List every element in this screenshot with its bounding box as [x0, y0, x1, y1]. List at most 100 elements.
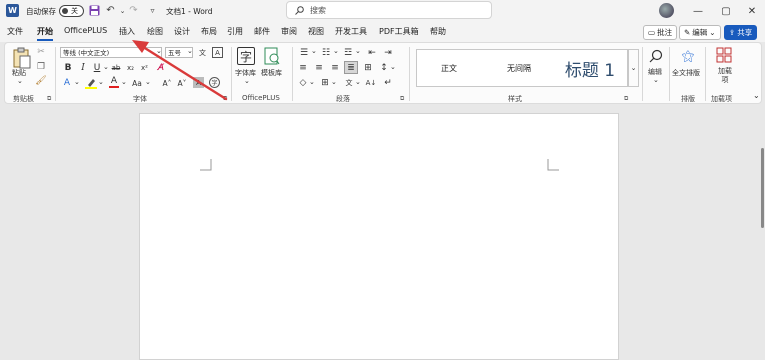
- comments-button[interactable]: ▭ 批注: [643, 25, 678, 40]
- tab-design[interactable]: 设计: [174, 26, 190, 37]
- bold-button[interactable]: B: [63, 62, 73, 73]
- paste-dropdown-icon[interactable]: ⌄: [17, 77, 23, 85]
- clipboard-launcher-icon[interactable]: ⧉: [47, 95, 51, 103]
- change-case-button[interactable]: Aa: [130, 77, 144, 89]
- change-case-chevron-icon[interactable]: ⌄: [145, 78, 151, 86]
- tab-mailings[interactable]: 邮件: [254, 26, 270, 37]
- styles-launcher-icon[interactable]: ⧉: [624, 95, 628, 103]
- multilevel-chevron-icon[interactable]: ⌄: [355, 47, 361, 55]
- customize-toolbar-icon[interactable]: ▿: [146, 4, 159, 17]
- tab-home[interactable]: 开始: [37, 26, 53, 37]
- character-shading-icon[interactable]: A: [193, 77, 204, 88]
- superscript-button[interactable]: x²: [139, 62, 150, 73]
- highlight-color-icon[interactable]: [85, 77, 97, 89]
- clear-formatting-icon[interactable]: A̸: [155, 62, 167, 73]
- font-color-chevron-icon[interactable]: ⌄: [121, 78, 127, 86]
- editing-mode-button[interactable]: ✎ 编辑 ⌄: [679, 25, 721, 40]
- font-library-icon[interactable]: 字: [237, 47, 255, 65]
- style-heading-1[interactable]: 标题 1: [552, 50, 628, 86]
- font-name-field[interactable]: 等线 (中文正文): [60, 47, 162, 58]
- font-library-chevron-icon[interactable]: ⌄: [244, 77, 250, 85]
- font-color-icon[interactable]: A: [108, 76, 120, 89]
- find-icon[interactable]: [648, 48, 664, 64]
- tab-layout[interactable]: 布局: [201, 26, 217, 37]
- font-name-chevron-icon[interactable]: ⌄: [156, 47, 162, 55]
- save-icon[interactable]: [88, 4, 101, 17]
- template-library-label[interactable]: 模板库: [261, 68, 282, 78]
- decrease-indent-icon[interactable]: ⇤: [366, 47, 378, 58]
- numbering-icon[interactable]: ☷: [319, 47, 333, 58]
- justify-icon[interactable]: ≣: [344, 61, 358, 74]
- style-no-spacing[interactable]: 无间隔: [487, 50, 551, 86]
- character-border-icon[interactable]: A: [212, 47, 223, 58]
- tab-file[interactable]: 文件: [7, 26, 23, 37]
- style-normal[interactable]: 正文: [417, 50, 481, 86]
- show-marks-icon[interactable]: ↵: [382, 77, 394, 88]
- tab-review[interactable]: 审阅: [281, 26, 297, 37]
- cut-icon[interactable]: ✂: [36, 47, 46, 57]
- distributed-icon[interactable]: ⊞: [362, 62, 374, 73]
- line-spacing-icon[interactable]: ↕: [378, 62, 390, 73]
- format-painter-icon[interactable]: 🖌: [35, 76, 46, 86]
- grow-font-button[interactable]: A˄: [161, 77, 173, 89]
- autosave-toggle[interactable]: 关: [59, 5, 84, 17]
- font-launcher-icon[interactable]: ⧉: [223, 95, 227, 103]
- share-button[interactable]: ⇪ 共享: [724, 25, 758, 40]
- search-box[interactable]: 搜索: [286, 1, 492, 19]
- editing-chevron-icon[interactable]: ⌄: [653, 76, 659, 84]
- vertical-scrollbar[interactable]: [761, 148, 764, 228]
- subscript-button[interactable]: x₂: [125, 62, 136, 73]
- redo-icon[interactable]: ↷: [127, 4, 140, 17]
- bullets-icon[interactable]: ☰: [297, 47, 311, 58]
- minimize-button[interactable]: —: [684, 0, 712, 22]
- asian-layout-chevron-icon[interactable]: ⌄: [355, 78, 361, 86]
- borders-chevron-icon[interactable]: ⌄: [331, 78, 337, 86]
- bullets-chevron-icon[interactable]: ⌄: [311, 47, 317, 55]
- close-button[interactable]: ✕: [738, 0, 765, 22]
- italic-button[interactable]: I: [78, 62, 88, 73]
- increase-indent-icon[interactable]: ⇥: [382, 47, 394, 58]
- borders-icon[interactable]: ⊞: [319, 77, 331, 88]
- addins-icon[interactable]: [716, 47, 732, 63]
- underline-button[interactable]: U: [92, 62, 102, 73]
- line-spacing-chevron-icon[interactable]: ⌄: [390, 63, 396, 71]
- copy-icon[interactable]: ❐: [36, 62, 46, 72]
- maximize-button[interactable]: ▢: [712, 0, 740, 22]
- strikethrough-button[interactable]: ab: [110, 62, 122, 73]
- addins-button-label[interactable]: 加载项: [717, 67, 733, 85]
- template-library-icon[interactable]: [263, 47, 281, 65]
- collapse-ribbon-icon[interactable]: ⌄: [753, 91, 760, 100]
- text-effects-icon[interactable]: A: [61, 77, 73, 89]
- enclosed-character-icon[interactable]: 字: [209, 77, 220, 88]
- highlight-chevron-icon[interactable]: ⌄: [98, 78, 104, 86]
- tab-view[interactable]: 视图: [308, 26, 324, 37]
- shading-chevron-icon[interactable]: ⌄: [309, 78, 315, 86]
- tab-references[interactable]: 引用: [227, 26, 243, 37]
- full-text-layout-icon[interactable]: ⚝: [679, 47, 697, 65]
- tab-pdf-toolbox[interactable]: PDF工具箱: [379, 26, 419, 37]
- align-left-icon[interactable]: ≡: [297, 62, 309, 73]
- paragraph-launcher-icon[interactable]: ⧉: [400, 95, 404, 103]
- underline-chevron-icon[interactable]: ⌄: [103, 63, 109, 71]
- tab-draw[interactable]: 绘图: [147, 26, 163, 37]
- tab-developer[interactable]: 开发工具: [335, 26, 367, 37]
- full-text-layout-label[interactable]: 全文排版: [672, 68, 700, 78]
- paste-icon[interactable]: [11, 47, 33, 69]
- tab-insert[interactable]: 插入: [119, 26, 135, 37]
- numbering-chevron-icon[interactable]: ⌄: [333, 47, 339, 55]
- asian-layout-icon[interactable]: 文: [342, 77, 356, 88]
- tab-help[interactable]: 帮助: [430, 26, 446, 37]
- font-size-chevron-icon[interactable]: ⌄: [187, 47, 193, 55]
- avatar[interactable]: [659, 3, 674, 18]
- sort-icon[interactable]: A↓: [365, 77, 377, 88]
- tab-officeplus[interactable]: OfficePLUS: [64, 26, 107, 35]
- multilevel-list-icon[interactable]: ☲: [341, 47, 355, 58]
- text-effects-chevron-icon[interactable]: ⌄: [74, 78, 80, 86]
- shrink-font-button[interactable]: A˅: [176, 77, 188, 89]
- align-right-icon[interactable]: ≡: [329, 62, 341, 73]
- pinyin-guide-icon[interactable]: 文: [197, 47, 208, 58]
- document-page[interactable]: [139, 113, 619, 360]
- shading-icon[interactable]: ◇: [297, 77, 309, 88]
- align-center-icon[interactable]: ≡: [313, 62, 325, 73]
- styles-more-icon[interactable]: ⌄: [628, 49, 639, 87]
